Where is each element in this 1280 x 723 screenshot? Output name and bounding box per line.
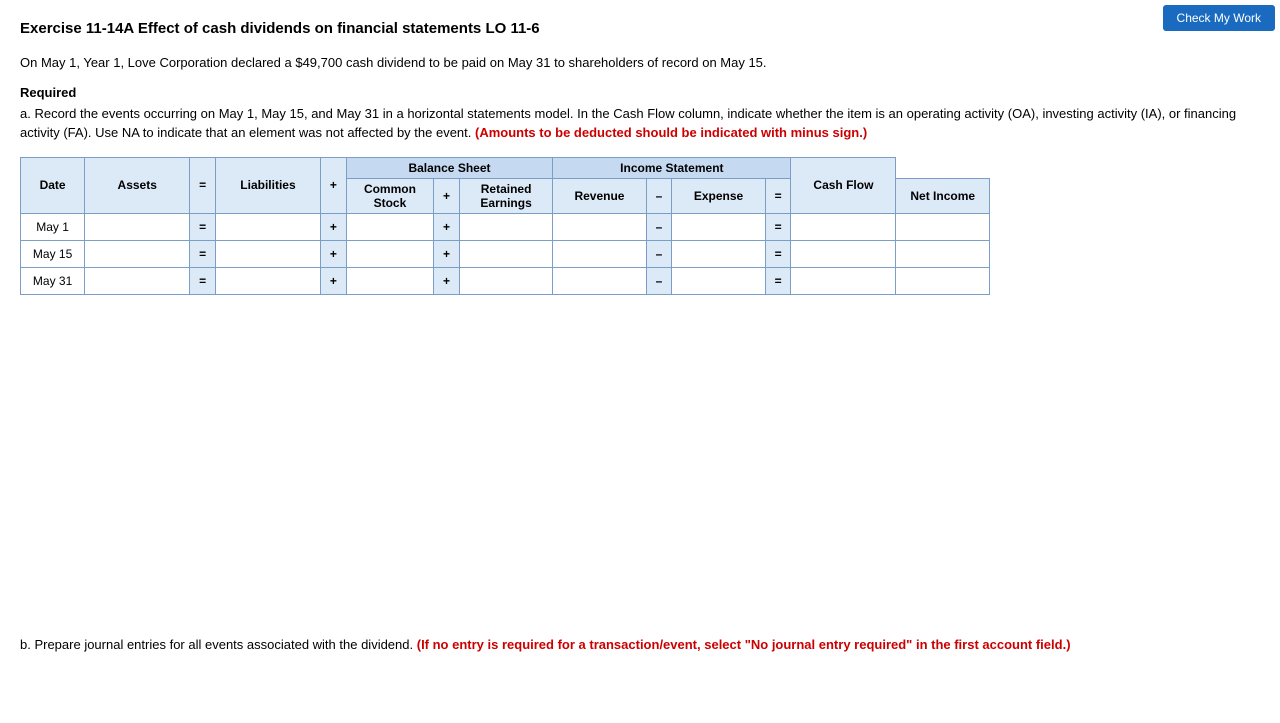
net-income-header: Net Income	[896, 178, 990, 213]
instruction-b-red: (If no entry is required for a transacti…	[417, 637, 1071, 652]
table-input[interactable]	[676, 271, 760, 291]
minus-header: –	[646, 178, 672, 213]
table-input[interactable]	[464, 217, 548, 237]
table-input[interactable]	[676, 244, 760, 264]
instruction-b-plain: b. Prepare journal entries for all event…	[20, 637, 417, 652]
table-input[interactable]	[676, 217, 760, 237]
table-input[interactable]	[351, 244, 430, 264]
table-input[interactable]	[89, 244, 185, 264]
plus1-header: +	[321, 157, 347, 213]
common-stock-header: CommonStock	[346, 178, 434, 213]
instruction-a-red: (Amounts to be deducted should be indica…	[475, 125, 867, 140]
table-input[interactable]	[89, 217, 185, 237]
intro-text: On May 1, Year 1, Love Corporation decla…	[20, 53, 1260, 73]
required-label: Required	[20, 85, 1260, 100]
table-input[interactable]	[557, 271, 641, 291]
table-input[interactable]	[900, 244, 985, 264]
table-row: May 31=++–=	[21, 267, 990, 294]
table-input[interactable]	[464, 271, 548, 291]
table-input[interactable]	[351, 217, 430, 237]
horizontal-statements-table: Date Assets = Liabilities + Balance Shee…	[20, 157, 990, 295]
table-input[interactable]	[89, 271, 185, 291]
table-input[interactable]	[220, 271, 316, 291]
table-input[interactable]	[220, 244, 316, 264]
table-input[interactable]	[220, 217, 316, 237]
table-input[interactable]	[795, 271, 891, 291]
table-input[interactable]	[795, 244, 891, 264]
expense-header: Expense	[672, 178, 765, 213]
income-statement-group: Income Statement	[553, 157, 791, 178]
instruction-a: a. Record the events occurring on May 1,…	[20, 104, 1260, 143]
liabilities-header: Liabilities	[215, 157, 320, 213]
cash-flow-header: Cash Flow	[791, 157, 896, 213]
table-row: May 15=++–=	[21, 240, 990, 267]
page-title: Exercise 11-14A Effect of cash dividends…	[20, 20, 1260, 37]
retained-earnings-header: RetainedEarnings	[459, 178, 552, 213]
table-input[interactable]	[557, 217, 641, 237]
table-input[interactable]	[795, 217, 891, 237]
table-row: May 1=++–=	[21, 213, 990, 240]
balance-sheet-group: Balance Sheet	[346, 157, 553, 178]
check-my-work-button[interactable]: Check My Work	[1163, 5, 1275, 31]
table-input[interactable]	[900, 271, 985, 291]
revenue-header: Revenue	[553, 178, 646, 213]
plus2-header: +	[434, 178, 460, 213]
table-input[interactable]	[557, 244, 641, 264]
assets-header: Assets	[85, 157, 190, 213]
instruction-b: b. Prepare journal entries for all event…	[20, 635, 1260, 655]
table-input[interactable]	[900, 217, 985, 237]
table-input[interactable]	[464, 244, 548, 264]
table-input[interactable]	[351, 271, 430, 291]
eq1-header: =	[190, 157, 216, 213]
date-header: Date	[21, 157, 85, 213]
eq2-header: =	[765, 178, 791, 213]
